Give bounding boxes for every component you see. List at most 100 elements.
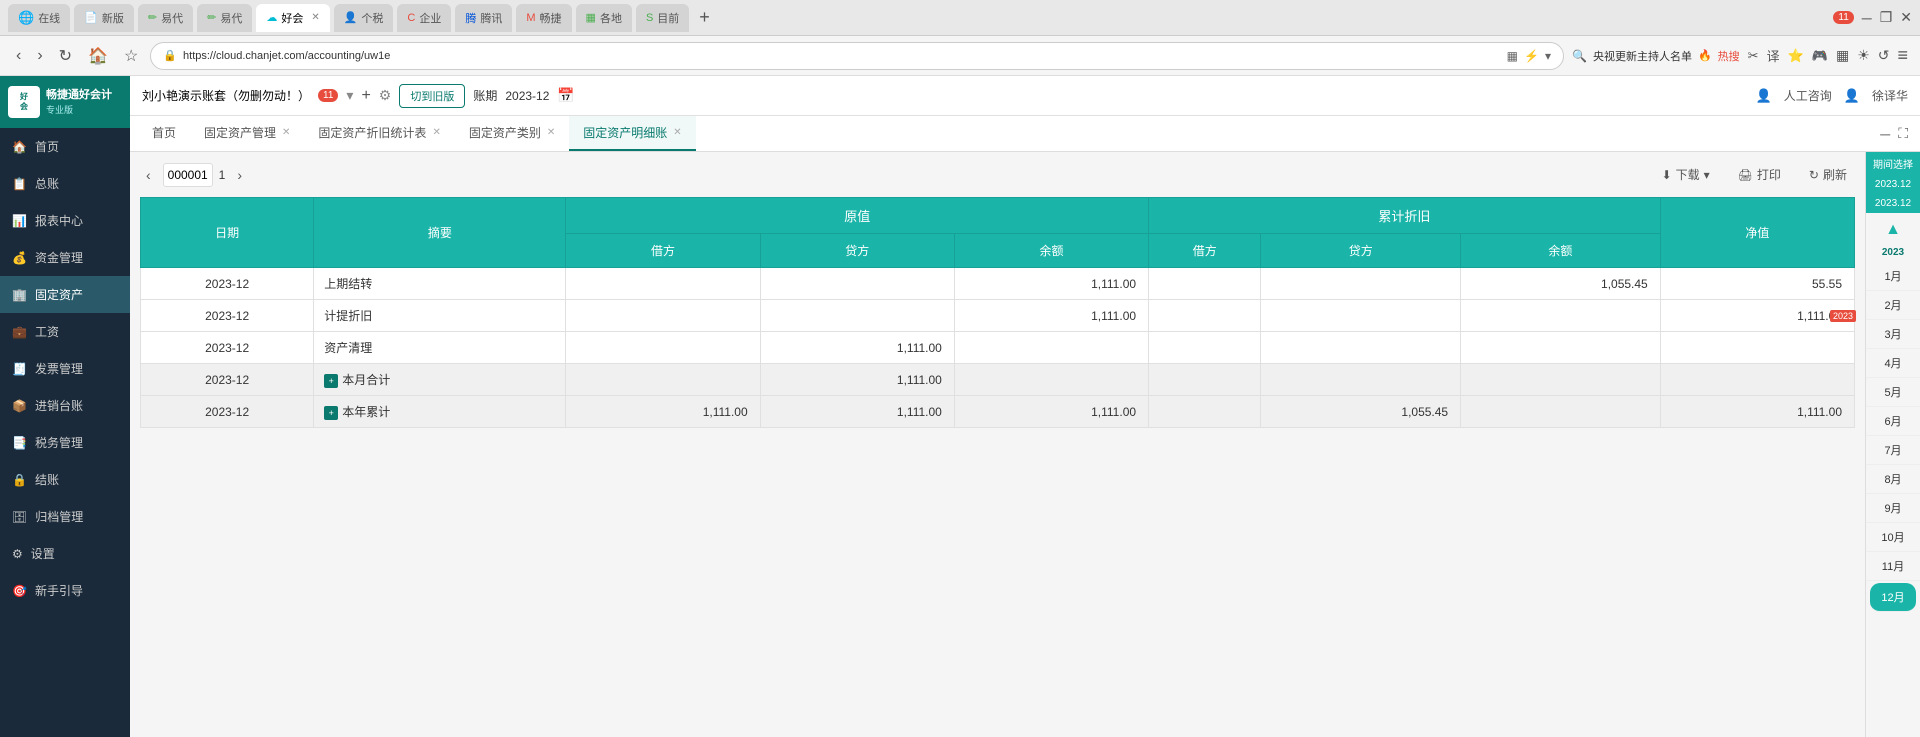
browser-tab-5[interactable]: ☁ 好会 ✕ xyxy=(256,4,329,32)
tab-asset-category[interactable]: 固定资产类别 ✕ xyxy=(455,116,569,151)
menu-icon[interactable]: ≡ xyxy=(1897,45,1908,66)
browser-tab-9[interactable]: M 畅捷 xyxy=(516,4,571,32)
next-page-button[interactable]: › xyxy=(231,165,248,185)
cell-orig-balance xyxy=(954,364,1148,396)
period-item-9[interactable]: 9月 xyxy=(1866,494,1920,523)
tab-home[interactable]: 首页 xyxy=(138,116,190,151)
tab-depreciation-stats-close[interactable]: ✕ xyxy=(432,127,440,138)
new-tab-button[interactable]: + xyxy=(693,7,716,28)
sidebar-menu: 🏠 首页 📋 总账 📊 报表中心 💰 资金管理 🏢 固定资产 💼 工资 xyxy=(0,128,130,737)
sidebar-item-invoice[interactable]: 🧾 发票管理 xyxy=(0,350,130,387)
bookmark-button[interactable]: ☆ xyxy=(120,42,142,70)
add-company-button[interactable]: + xyxy=(361,87,370,105)
sidebar-item-tax[interactable]: 📑 税务管理 xyxy=(0,424,130,461)
sidebar-item-archive[interactable]: 🗄 归档管理 xyxy=(0,498,130,535)
download-dropdown[interactable]: ▾ xyxy=(1704,168,1710,182)
home-button[interactable]: 🏠 xyxy=(84,42,112,70)
history-icon[interactable]: ↺ xyxy=(1878,47,1890,64)
calendar-icon[interactable]: 📅 xyxy=(557,87,574,104)
dropdown-arrow[interactable]: ▾ xyxy=(346,87,353,104)
cell-orig-debit xyxy=(566,268,760,300)
download-button[interactable]: ⬇ 下载 ▾ xyxy=(1654,162,1718,187)
back-button[interactable]: ‹ xyxy=(12,43,25,69)
browser-tab-close-5[interactable]: ✕ xyxy=(311,12,319,23)
period-item-11[interactable]: 11月 xyxy=(1866,552,1920,581)
period-item-5[interactable]: 5月 xyxy=(1866,378,1920,407)
tab-fixed-assets-close[interactable]: ✕ xyxy=(282,127,290,138)
browser-minimize[interactable]: ─ xyxy=(1862,10,1872,26)
period-item-1[interactable]: 1月 xyxy=(1866,262,1920,291)
sidebar-item-reports[interactable]: 📊 报表中心 xyxy=(0,202,130,239)
browser-tab-11[interactable]: S 目前 xyxy=(636,4,689,32)
tab-asset-category-close[interactable]: ✕ xyxy=(547,127,555,138)
tab-minimize-button[interactable]: ─ xyxy=(1880,125,1890,142)
translate-icon[interactable]: 译 xyxy=(1767,46,1780,65)
page-code-input[interactable] xyxy=(163,163,213,187)
refresh-icon: ↻ xyxy=(1809,168,1819,182)
sidebar-item-closing[interactable]: 🔒 结账 xyxy=(0,461,130,498)
sidebar-item-fixed-assets[interactable]: 🏢 固定资产 xyxy=(0,276,130,313)
prev-page-button[interactable]: ‹ xyxy=(140,165,157,185)
browser-tab-10[interactable]: ▦ 各地 xyxy=(576,4,632,32)
brightness-icon[interactable]: ☀ xyxy=(1857,47,1870,64)
refresh-button[interactable]: ↻ 刷新 xyxy=(1801,162,1855,187)
cell-acc-debit xyxy=(1149,300,1261,332)
browser-tab-8[interactable]: 腾 腾讯 xyxy=(455,4,512,32)
period-item-4[interactable]: 4月 xyxy=(1866,349,1920,378)
main-content: ‹ 1 › ⬇ 下载 ▾ 🖨 xyxy=(130,152,1920,737)
url-bar[interactable]: 🔒 https://cloud.chanjet.com/accounting/u… xyxy=(150,42,1564,70)
tab-expand-button[interactable]: ⛶ xyxy=(1898,125,1908,142)
period-item-2[interactable]: 2月 xyxy=(1866,291,1920,320)
grid-icon[interactable]: ▦ xyxy=(1836,47,1849,64)
sidebar-item-settings[interactable]: ⚙ 设置 xyxy=(0,535,130,572)
period-item-6[interactable]: 6月 xyxy=(1866,407,1920,436)
tab-asset-ledger-close[interactable]: ✕ xyxy=(673,127,681,138)
sidebar-item-guide[interactable]: 🎯 新手引导 xyxy=(0,572,130,609)
sidebar-label-fund: 资金管理 xyxy=(35,249,83,266)
sidebar-item-general-ledger[interactable]: 📋 总账 xyxy=(0,165,130,202)
switch-version-button[interactable]: 切到旧版 xyxy=(399,84,465,108)
settings-icon: ⚙ xyxy=(12,547,23,561)
tab-depreciation-stats[interactable]: 固定资产折旧统计表 ✕ xyxy=(304,116,454,151)
scroll-up-button[interactable]: ▲ xyxy=(1866,217,1920,243)
period-item-3[interactable]: 3月 xyxy=(1866,320,1920,349)
browser-tab-6[interactable]: 👤 个税 xyxy=(334,4,394,32)
forward-button[interactable]: › xyxy=(33,43,46,69)
period-item-10[interactable]: 10月 xyxy=(1866,523,1920,552)
browser-restore[interactable]: ❐ xyxy=(1880,9,1893,26)
tab-asset-ledger[interactable]: 固定资产明细账 ✕ xyxy=(569,116,695,151)
lightning-icon: ⚡ xyxy=(1524,49,1539,63)
browser-tab-3[interactable]: ✏ 易代 xyxy=(138,4,193,32)
star-icon[interactable]: ⭐ xyxy=(1788,48,1804,64)
scissors-icon[interactable]: ✂ xyxy=(1748,48,1759,64)
cell-acc-credit: 1,055.45 xyxy=(1261,396,1461,428)
sidebar-item-inventory[interactable]: 📦 进销台账 xyxy=(0,387,130,424)
support-label[interactable]: 人工咨询 xyxy=(1784,87,1832,104)
yearly-icon: + xyxy=(324,406,338,420)
browser-close[interactable]: ✕ xyxy=(1900,9,1912,26)
sidebar-item-fund[interactable]: 💰 资金管理 xyxy=(0,239,130,276)
cell-acc-balance xyxy=(1461,364,1661,396)
tab-fixed-assets[interactable]: 固定资产管理 ✕ xyxy=(190,116,304,151)
gamepad-icon[interactable]: 🎮 xyxy=(1812,48,1828,64)
browser-tab-2[interactable]: 📄 新版 xyxy=(74,4,134,32)
sidebar-item-home[interactable]: 🏠 首页 xyxy=(0,128,130,165)
sidebar-item-payroll[interactable]: 💼 工资 xyxy=(0,313,130,350)
period-item-8[interactable]: 8月 xyxy=(1866,465,1920,494)
period-item-12[interactable]: 12月 xyxy=(1870,583,1916,612)
th-acc-debit: 借方 xyxy=(1149,234,1261,268)
period-item-7[interactable]: 7月 xyxy=(1866,436,1920,465)
print-button[interactable]: 🖨 打印 xyxy=(1730,162,1789,187)
reload-button[interactable]: ↻ xyxy=(55,42,76,70)
browser-tab-1[interactable]: 🌐 在线 xyxy=(8,4,70,32)
url-text: https://cloud.chanjet.com/accounting/uw1… xyxy=(183,50,1501,62)
dropdown-icon[interactable]: ▾ xyxy=(1545,49,1551,63)
refresh-label: 刷新 xyxy=(1823,166,1847,183)
browser-tab-7[interactable]: C 企业 xyxy=(397,4,451,32)
cell-acc-credit xyxy=(1261,300,1461,332)
cell-net-value: 55.55 xyxy=(1660,268,1854,300)
settings-dots[interactable]: ⚙ xyxy=(379,87,392,104)
guide-icon: 🎯 xyxy=(12,584,27,598)
cell-net-value xyxy=(1660,364,1854,396)
browser-tab-4[interactable]: ✏ 易代 xyxy=(197,4,252,32)
